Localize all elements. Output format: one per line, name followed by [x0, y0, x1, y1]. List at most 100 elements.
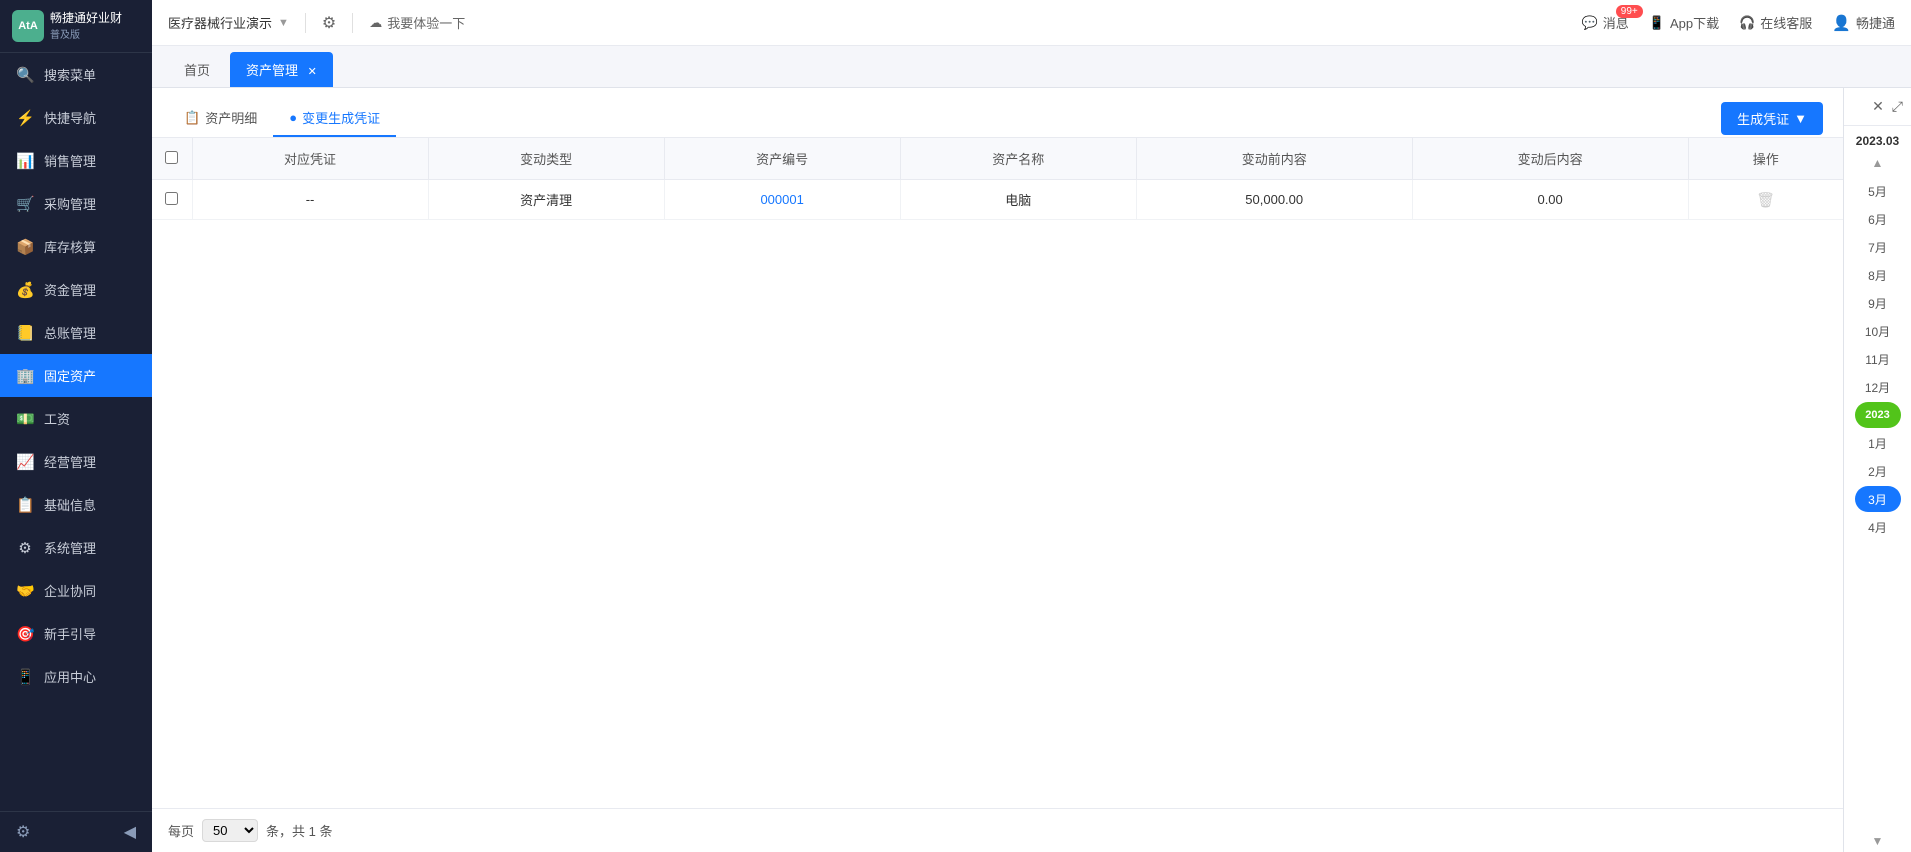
content-wrapper: 📋 资产明细 ● 变更生成凭证 生成凭证 ▼: [152, 88, 1911, 852]
sidebar-item-purchase[interactable]: 🛒 采购管理: [0, 182, 152, 225]
sidebar-item-enterprise[interactable]: 🤝 企业协同: [0, 569, 152, 612]
sub-tab-voucher[interactable]: ● 变更生成凭证: [273, 100, 396, 137]
header-after: 变动后内容: [1412, 138, 1688, 180]
sidebar-item-ledger[interactable]: 📒 总账管理: [0, 311, 152, 354]
month-item[interactable]: 1月: [1855, 430, 1901, 456]
month-item[interactable]: 7月: [1855, 234, 1901, 260]
tab-home-label: 首页: [184, 63, 210, 78]
tab-assets-close[interactable]: ✕: [308, 66, 317, 78]
company-name: 医疗器械行业演示: [168, 13, 272, 32]
delete-button-0[interactable]: 🗑: [1756, 192, 1775, 209]
row-voucher: --: [192, 180, 428, 220]
generate-voucher-button[interactable]: 生成凭证 ▼: [1721, 102, 1823, 135]
app-download-button[interactable]: 📱 App下载: [1649, 13, 1719, 32]
sidebar-logo: AtA 畅捷通好业财 普及版: [0, 0, 152, 53]
sidebar-icon-basicinfo: 📋: [16, 496, 34, 514]
sidebar-label-guide: 新手引导: [44, 624, 96, 643]
month-item[interactable]: 3月: [1855, 486, 1901, 512]
sidebar-item-appcenter[interactable]: 📱 应用中心: [0, 655, 152, 698]
sidebar-label-enterprise: 企业协同: [44, 581, 96, 600]
sidebar-item-salary[interactable]: 💵 工资: [0, 397, 152, 440]
sidebar-icon-salary: 💵: [16, 410, 34, 428]
header-asset-no: 资产编号: [664, 138, 900, 180]
panel-expand-button[interactable]: ⤢: [1890, 96, 1905, 117]
sidebar-icon-funds: 💰: [16, 281, 34, 299]
collapse-icon[interactable]: ◀: [124, 822, 136, 842]
month-item[interactable]: 2月: [1855, 458, 1901, 484]
sidebar-icon-fixedassets: 🏢: [16, 367, 34, 385]
sidebar-item-system[interactable]: ⚙ 系统管理: [0, 526, 152, 569]
sidebar-item-funds[interactable]: 💰 资金管理: [0, 268, 152, 311]
sub-tab-detail[interactable]: 📋 资产明细: [168, 100, 273, 137]
sidebar-item-search[interactable]: 🔍 搜索菜单: [0, 53, 152, 96]
header-action: 操作: [1688, 138, 1843, 180]
sidebar-label-ledger: 总账管理: [44, 323, 96, 342]
year-label: 2023.03: [1844, 126, 1911, 152]
sidebar-label-salary: 工资: [44, 409, 70, 428]
topbar-divider: [305, 13, 306, 33]
user-icon: 👤: [1832, 14, 1851, 32]
detail-tab-label: 资产明细: [205, 108, 257, 127]
sidebar-item-quicknav[interactable]: ⚡ 快捷导航: [0, 96, 152, 139]
sidebar-bottom: ⚙ ◀: [0, 811, 152, 852]
topbar-right: 💬 消息 99+ 📱 App下载 🎧 在线客服 👤 畅捷通: [1582, 13, 1895, 32]
year-badge[interactable]: 2023: [1855, 402, 1901, 428]
month-item[interactable]: 6月: [1855, 206, 1901, 232]
messages-button[interactable]: 💬 消息 99+: [1582, 13, 1629, 32]
sidebar-item-operations[interactable]: 📈 经营管理: [0, 440, 152, 483]
tab-assets[interactable]: 资产管理 ✕: [230, 52, 333, 87]
settings-gear-icon[interactable]: ⚙: [322, 13, 336, 33]
per-page-label: 每页: [168, 821, 194, 840]
sidebar-label-system: 系统管理: [44, 538, 96, 557]
sidebar-icon-appcenter: 📱: [16, 668, 34, 686]
month-item[interactable]: 4月: [1855, 514, 1901, 540]
nav-tabs: 首页 资产管理 ✕: [152, 46, 1911, 88]
sidebar-item-fixedassets[interactable]: 🏢 固定资产: [0, 354, 152, 397]
logo-icon: AtA: [12, 10, 44, 42]
sidebar-item-inventory[interactable]: 📦 库存核算: [0, 225, 152, 268]
pagination: 每页 50 10 20 100 条，共 1 条: [152, 808, 1843, 852]
tab-home[interactable]: 首页: [168, 52, 226, 87]
sidebar-menu: 🔍 搜索菜单 ⚡ 快捷导航 📊 销售管理 🛒 采购管理 📦 库存核算 💰 资金管…: [0, 53, 152, 811]
sidebar-icon-sales: 📊: [16, 152, 34, 170]
page-size-select[interactable]: 50 10 20 100: [202, 819, 258, 842]
settings-icon[interactable]: ⚙: [16, 822, 30, 842]
select-all-checkbox[interactable]: [165, 151, 178, 164]
sidebar-icon-enterprise: 🤝: [16, 582, 34, 600]
month-item[interactable]: 11月: [1855, 346, 1901, 372]
scroll-up-arrow[interactable]: ▲: [1844, 152, 1911, 174]
sidebar-label-funds: 资金管理: [44, 280, 96, 299]
sidebar-label-purchase: 采购管理: [44, 194, 96, 213]
panel-close-button[interactable]: ✕: [1870, 96, 1886, 117]
month-item[interactable]: 8月: [1855, 262, 1901, 288]
main-area: 医疗器械行业演示 ▼ ⚙ ☁ 我要体验一下 💬 消息 99+ 📱 App下载 🎧…: [152, 0, 1911, 852]
month-item[interactable]: 12月: [1855, 374, 1901, 400]
month-item[interactable]: 10月: [1855, 318, 1901, 344]
online-support-button[interactable]: 🎧 在线客服: [1739, 13, 1812, 32]
topbar-divider2: [352, 13, 353, 33]
panel-header: ✕ ⤢: [1844, 88, 1911, 126]
sidebar-item-sales[interactable]: 📊 销售管理: [0, 139, 152, 182]
sidebar-label-appcenter: 应用中心: [44, 667, 96, 686]
row-asset-no: 000001: [664, 180, 900, 220]
sidebar-item-guide[interactable]: 🎯 新手引导: [0, 612, 152, 655]
table-row: -- 资产清理 000001 电脑 50,000.00 0.00 🗑: [152, 180, 1843, 220]
user-menu[interactable]: 👤 畅捷通: [1832, 13, 1895, 32]
app-download-label: App下载: [1670, 13, 1719, 32]
table-header-row: 对应凭证 变动类型 资产编号 资产名称 变动前内容 变动后内容 操作: [152, 138, 1843, 180]
message-badge: 99+: [1616, 5, 1643, 18]
scroll-down-arrow[interactable]: ▼: [1844, 830, 1911, 852]
company-selector[interactable]: 医疗器械行业演示 ▼: [168, 13, 289, 32]
tab-assets-label: 资产管理: [246, 63, 298, 78]
total-label: 条，共 1 条: [266, 821, 332, 840]
experience-button[interactable]: ☁ 我要体验一下: [369, 13, 465, 32]
logo-text: 畅捷通好业财: [50, 11, 122, 27]
sidebar-label-inventory: 库存核算: [44, 237, 96, 256]
row-checkbox-0[interactable]: [165, 192, 178, 205]
month-item[interactable]: 5月: [1855, 178, 1901, 204]
sidebar-label-basicinfo: 基础信息: [44, 495, 96, 514]
month-item[interactable]: 9月: [1855, 290, 1901, 316]
sidebar-item-basicinfo[interactable]: 📋 基础信息: [0, 483, 152, 526]
topbar: 医疗器械行业演示 ▼ ⚙ ☁ 我要体验一下 💬 消息 99+ 📱 App下载 🎧…: [152, 0, 1911, 46]
dropdown-icon: ▼: [278, 17, 289, 29]
